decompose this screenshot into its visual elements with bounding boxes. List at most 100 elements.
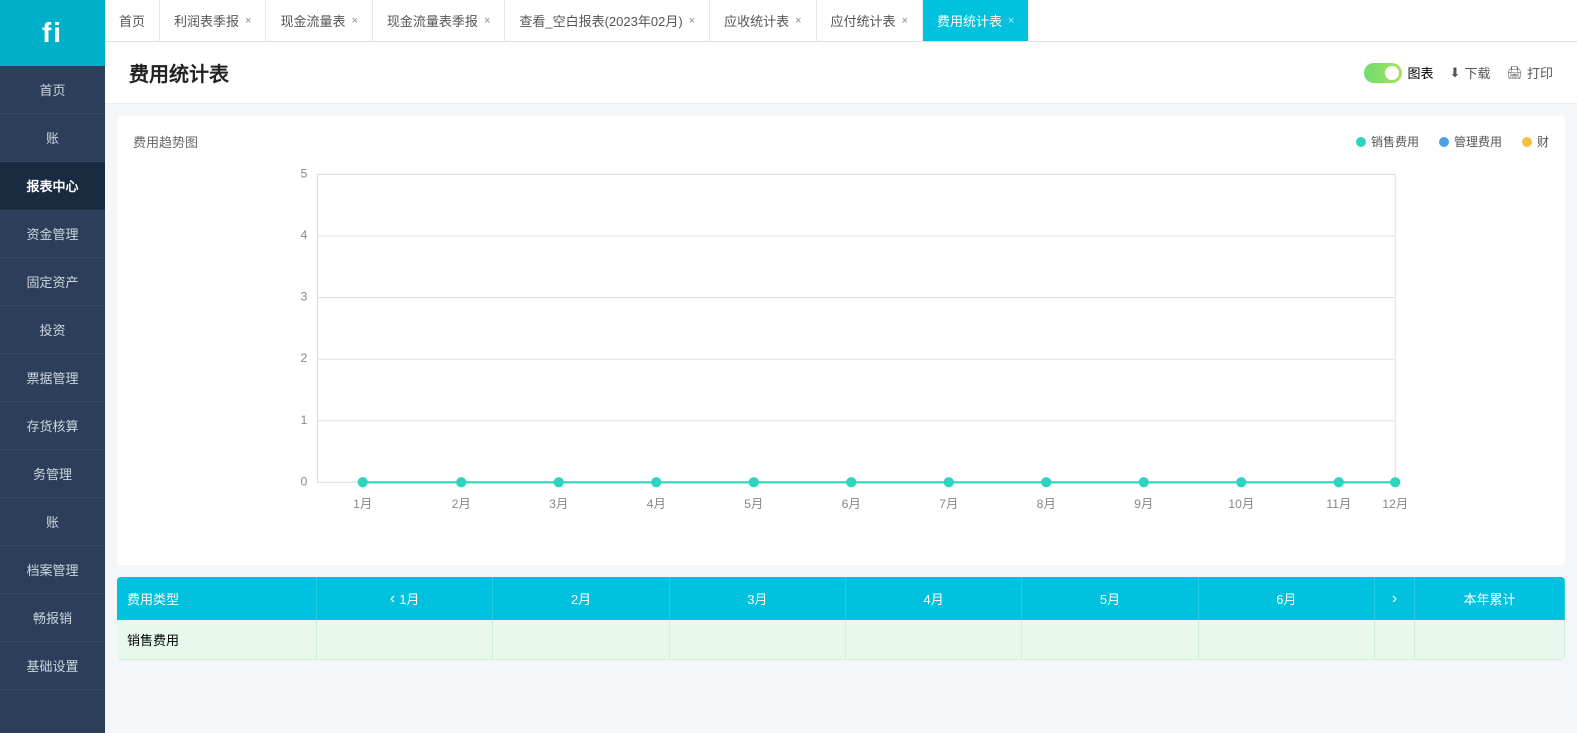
sidebar-item-ticket-management[interactable]: 票据管理: [0, 354, 105, 402]
sidebar-item-account[interactable]: 账: [0, 498, 105, 546]
th-m4: 4月: [846, 577, 1022, 620]
legend-dot-sales: [1356, 137, 1366, 147]
th-m6: 6月: [1199, 577, 1375, 620]
tab-bar: 首页 利润表季报 × 现金流量表 × 现金流量表季报 × 查看_空白报表(202…: [105, 0, 1577, 42]
td-m5: [1022, 620, 1198, 659]
sidebar-item-settings[interactable]: 基础设置: [0, 642, 105, 690]
table-row: 销售费用: [117, 620, 1565, 660]
page-header: 费用统计表 图表 ⬇ 下载 🖨 打印: [105, 42, 1577, 104]
tab-close-receivable-stats[interactable]: ×: [795, 15, 801, 27]
svg-text:2: 2: [300, 351, 307, 365]
tab-payable-stats[interactable]: 应付统计表 ×: [817, 0, 923, 42]
chart-toggle-container: 图表: [1364, 63, 1434, 83]
legend-sales-expense: 销售费用: [1356, 133, 1419, 150]
sidebar-item-fixed-assets[interactable]: 固定资产: [0, 258, 105, 306]
svg-text:0: 0: [300, 474, 307, 488]
th-next-arrow[interactable]: ›: [1375, 577, 1415, 620]
legend-label-sales: 销售费用: [1371, 133, 1419, 150]
tab-close-cashflow-quarterly[interactable]: ×: [484, 15, 490, 27]
th-m5: 5月: [1022, 577, 1198, 620]
tab-close-blank-report[interactable]: ×: [689, 15, 695, 27]
tab-close-expense-stats[interactable]: ×: [1008, 15, 1014, 27]
th-ytd: 本年累计: [1415, 577, 1565, 620]
sidebar-items: 首页 账 报表中心 资金管理 固定资产 投资 票据管理 存货核算 务管理 账 档…: [0, 66, 105, 733]
td-m2: [493, 620, 669, 659]
page-title: 费用统计表: [129, 58, 229, 87]
tab-profit-quarterly[interactable]: 利润表季报 ×: [160, 0, 266, 42]
chart-legend: 销售费用 管理费用 财: [1356, 133, 1549, 150]
td-m4: [846, 620, 1022, 659]
svg-text:6月: 6月: [842, 497, 861, 511]
svg-text:10月: 10月: [1228, 497, 1254, 511]
legend-label-finance: 财: [1537, 133, 1549, 150]
sidebar-item-file-management[interactable]: 档案管理: [0, 546, 105, 594]
sidebar-item-fund-management[interactable]: 资金管理: [0, 210, 105, 258]
tab-home[interactable]: 首页: [105, 0, 160, 42]
tab-cashflow-quarterly[interactable]: 现金流量表季报 ×: [373, 0, 505, 42]
svg-text:9月: 9月: [1134, 497, 1153, 511]
svg-text:1月: 1月: [353, 497, 372, 511]
svg-text:7月: 7月: [939, 497, 958, 511]
th-expense-type: 费用类型: [117, 577, 317, 620]
td-expense-type: 销售费用: [117, 620, 317, 659]
sidebar: fi 首页 账 报表中心 资金管理 固定资产 投资 票据管理 存货核算 务管理 …: [0, 0, 105, 733]
chart-header: 费用趋势图 销售费用 管理费用 财: [133, 132, 1549, 151]
sidebar-item-report-center[interactable]: 报表中心: [0, 162, 105, 210]
tab-cashflow[interactable]: 现金流量表 ×: [266, 0, 372, 42]
tab-receivable-stats[interactable]: 应收统计表 ×: [710, 0, 816, 42]
sidebar-item-home[interactable]: 首页: [0, 66, 105, 114]
legend-dot-finance: [1522, 137, 1532, 147]
svg-text:11月: 11月: [1326, 497, 1351, 511]
legend-dot-admin: [1439, 137, 1449, 147]
svg-text:12月: 12月: [1382, 497, 1408, 511]
td-m1: [317, 620, 493, 659]
sidebar-item-sales[interactable]: 畅报销: [0, 594, 105, 642]
prev-arrow-icon[interactable]: ‹: [390, 590, 395, 608]
page-actions: 图表 ⬇ 下载 🖨 打印: [1364, 63, 1553, 83]
svg-text:1: 1: [300, 413, 307, 427]
chart-area: 0 1 2 3 4 5: [133, 159, 1549, 549]
chart-toggle-label: 图表: [1408, 63, 1434, 82]
td-m6: [1199, 620, 1375, 659]
table-header-row: 费用类型 ‹ 1月 2月 3月 4月 5月: [117, 577, 1565, 620]
svg-text:4月: 4月: [647, 497, 666, 511]
tab-close-cashflow[interactable]: ×: [351, 15, 357, 27]
page-content: 费用统计表 图表 ⬇ 下载 🖨 打印 费用趋势图: [105, 42, 1577, 733]
chart-title: 费用趋势图: [133, 132, 198, 151]
chart-section: 费用趋势图 销售费用 管理费用 财: [117, 116, 1565, 565]
tab-blank-report[interactable]: 查看_空白报表(2023年02月) ×: [505, 0, 710, 42]
sidebar-item-inventory[interactable]: 存货核算: [0, 402, 105, 450]
td-nav-spacer: [1375, 620, 1415, 659]
td-ytd: [1415, 620, 1565, 659]
svg-text:2月: 2月: [452, 497, 471, 511]
legend-label-admin: 管理费用: [1454, 133, 1502, 150]
download-label: 下载: [1464, 63, 1490, 82]
td-m3: [670, 620, 846, 659]
table-section: 费用类型 ‹ 1月 2月 3月 4月 5月: [117, 577, 1565, 660]
print-button[interactable]: 🖨 打印: [1506, 63, 1553, 82]
svg-text:5月: 5月: [744, 497, 763, 511]
legend-finance-expense: 财: [1522, 133, 1549, 150]
svg-text:8月: 8月: [1037, 497, 1056, 511]
sidebar-item-investment[interactable]: 投资: [0, 306, 105, 354]
sidebar-logo: fi: [0, 0, 105, 66]
sidebar-item-ledger[interactable]: 账: [0, 114, 105, 162]
svg-text:5: 5: [300, 166, 307, 180]
download-button[interactable]: ⬇ 下载: [1450, 63, 1491, 82]
next-arrow-icon[interactable]: ›: [1392, 590, 1397, 608]
sidebar-item-service-management[interactable]: 务管理: [0, 450, 105, 498]
th-m3: 3月: [670, 577, 846, 620]
chart-toggle[interactable]: [1364, 63, 1402, 83]
th-prev-arrow[interactable]: ‹ 1月: [317, 577, 493, 620]
legend-admin-expense: 管理费用: [1439, 133, 1502, 150]
tab-close-payable-stats[interactable]: ×: [902, 15, 908, 27]
print-icon: 🖨: [1506, 65, 1523, 81]
svg-text:3: 3: [300, 290, 307, 304]
th-m2: 2月: [493, 577, 669, 620]
main-area: 首页 利润表季报 × 现金流量表 × 现金流量表季报 × 查看_空白报表(202…: [105, 0, 1577, 733]
chart-svg: 0 1 2 3 4 5: [133, 159, 1549, 549]
download-icon: ⬇: [1450, 65, 1461, 81]
tab-expense-stats[interactable]: 费用统计表 ×: [923, 0, 1029, 42]
tab-close-profit-quarterly[interactable]: ×: [245, 15, 251, 27]
svg-text:4: 4: [300, 228, 307, 242]
